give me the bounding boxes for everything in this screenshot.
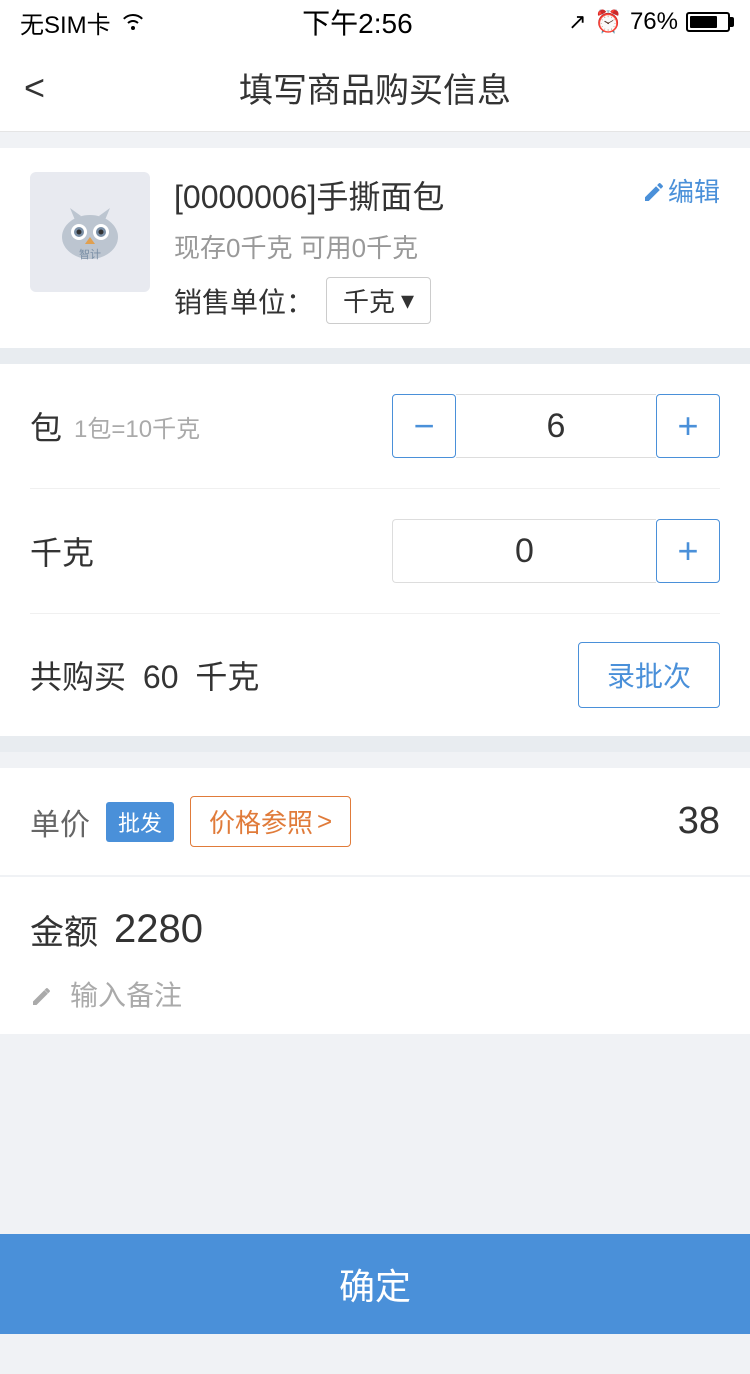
price-section: 单价 批发 价格参照 > 38 [0, 768, 750, 875]
unit-select[interactable]: 千克 ▾ [326, 277, 431, 324]
amount-value: 2280 [114, 907, 203, 952]
product-unit-row: 销售单位： 千克 ▾ [174, 277, 720, 324]
pencil-icon [30, 980, 58, 1008]
kg-qty-input[interactable] [392, 519, 656, 583]
bag-qty-control: − + [392, 394, 720, 458]
status-left: 无SIM卡 [20, 5, 147, 40]
product-image: 智计 [55, 202, 125, 262]
status-bar: 无SIM卡 下午2:56 ↗ ⏰ 76% [0, 0, 750, 44]
bag-quantity-row: 包 1包=10千克 − + [30, 364, 720, 489]
bag-plus-button[interactable]: + [656, 394, 720, 458]
edit-icon [642, 180, 664, 202]
status-right: ↗ ⏰ 76% [568, 8, 730, 36]
carrier-text: 无SIM卡 [20, 5, 111, 40]
alarm-icon: ⏰ [595, 9, 622, 35]
location-icon: ↗ [568, 9, 586, 35]
product-card: 智计 [0000006]手撕面包 编辑 现存0千克 可用0千克 销售单位： 千克… [0, 148, 750, 348]
section-divider-1 [0, 348, 750, 364]
chevron-right-icon: > [317, 806, 332, 837]
kg-plus-button[interactable]: + [656, 519, 720, 583]
bag-qty-input[interactable] [456, 394, 656, 458]
svg-text:智计: 智计 [79, 247, 101, 261]
price-value: 38 [678, 800, 720, 843]
remark-label[interactable]: 输入备注 [70, 974, 182, 1014]
bag-hint: 1包=10千克 [74, 409, 200, 444]
amount-row: 金额 2280 [30, 905, 720, 954]
bag-label: 包 1包=10千克 [30, 403, 200, 449]
amount-section: 金额 2280 输入备注 [0, 877, 750, 1034]
kg-label: 千克 [30, 528, 94, 574]
total-amount: 60 [143, 659, 179, 695]
product-name: [0000006]手撕面包 [174, 172, 444, 218]
amount-label: 金额 [30, 905, 98, 954]
chevron-down-icon: ▾ [401, 285, 414, 316]
battery-icon [686, 12, 730, 32]
status-time: 下午2:56 [302, 2, 413, 42]
wifi-icon [119, 8, 147, 37]
nav-bar: < 填写商品购买信息 [0, 44, 750, 132]
edit-button[interactable]: 编辑 [642, 172, 720, 209]
product-thumbnail: 智计 [30, 172, 150, 292]
back-button[interactable]: < [24, 67, 45, 109]
total-text: 共购买 60 千克 [30, 652, 259, 698]
price-type-tag: 批发 [106, 802, 174, 842]
unit-label: 销售单位： [174, 281, 314, 321]
price-label: 单价 [30, 800, 90, 844]
quantity-section: 包 1包=10千克 − + 千克 + [0, 364, 750, 614]
product-info: [0000006]手撕面包 编辑 现存0千克 可用0千克 销售单位： 千克 ▾ [174, 172, 720, 324]
product-stock: 现存0千克 可用0千克 [174, 228, 720, 265]
price-reference-button[interactable]: 价格参照 > [190, 796, 351, 847]
confirm-button[interactable]: 确定 [0, 1234, 750, 1334]
section-divider-2 [0, 736, 750, 752]
page-title: 填写商品购买信息 [239, 63, 511, 112]
kg-qty-control: + [392, 519, 720, 583]
remark-row[interactable]: 输入备注 [30, 974, 720, 1014]
bag-minus-button[interactable]: − [392, 394, 456, 458]
batch-button[interactable]: 录批次 [578, 642, 720, 708]
kg-quantity-row: 千克 + [30, 489, 720, 614]
battery-percentage: 76% [630, 8, 678, 36]
total-section: 共购买 60 千克 录批次 [0, 614, 750, 736]
